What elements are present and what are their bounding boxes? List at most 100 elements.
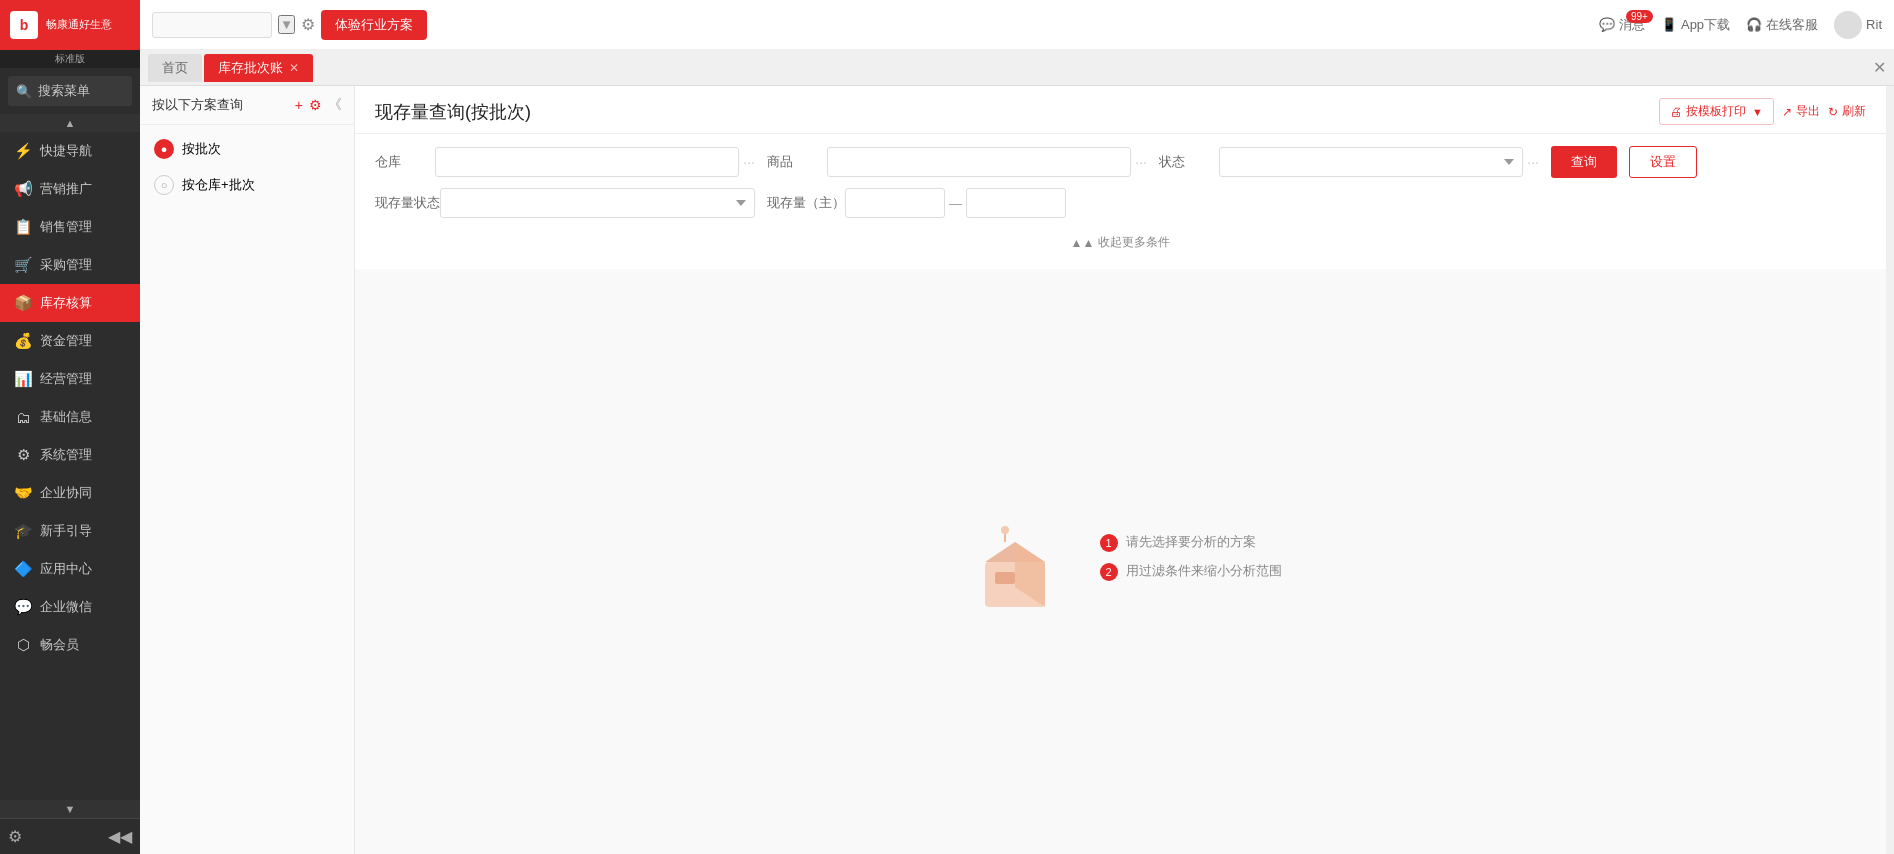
- scheme-inactive-icon: ○: [154, 175, 174, 195]
- user-profile-button[interactable]: Rit: [1834, 11, 1882, 39]
- marketing-icon: 📢: [14, 180, 32, 198]
- system-icon: ⚙: [14, 446, 32, 464]
- scheme-active-icon: ●: [154, 139, 174, 159]
- content-close-button[interactable]: ✕: [1873, 58, 1886, 77]
- sidebar-item-newguide[interactable]: 🎓 新手引导: [0, 512, 140, 550]
- sidebar-item-basic[interactable]: 🗂 基础信息: [0, 398, 140, 436]
- printer-icon: 🖨: [1670, 105, 1682, 119]
- stock-qty-filter-field: 现存量（主） —: [767, 188, 1147, 218]
- warehouse-more-icon[interactable]: ···: [743, 154, 755, 170]
- scheme-query-label: 按以下方案查询: [152, 96, 243, 114]
- tab-close-icon[interactable]: ✕: [289, 62, 299, 74]
- sidebar-search-area: 🔍 搜索菜单: [0, 68, 140, 114]
- app-logo: b: [10, 11, 38, 39]
- sidebar-navigation: ⚡ 快捷导航 📢 营销推广 📋 销售管理 🛒 采购管理 📦 库存核算 💰 资金管…: [0, 132, 140, 800]
- page-title-bar: 现存量查询(按批次) 🖨 按模板打印 ▼ ↗ 导出 ↻ 刷新: [355, 86, 1886, 134]
- collapse-sidebar-button[interactable]: ◀◀: [108, 827, 132, 846]
- settings-button[interactable]: 设置: [1629, 146, 1697, 178]
- filter-row-1: 仓库 ··· 商品 ··· 状态 ···: [375, 146, 1866, 178]
- scheme-settings-button[interactable]: ⚙: [309, 98, 322, 112]
- trial-industry-button[interactable]: 体验行业方案: [321, 10, 427, 40]
- headset-icon: 🎧: [1746, 17, 1762, 32]
- warehouse-label: 仓库: [375, 153, 435, 171]
- appstore-icon: 🔷: [14, 560, 32, 578]
- stock-status-select[interactable]: [440, 188, 755, 218]
- status-select[interactable]: [1219, 147, 1523, 177]
- stock-qty-dash: —: [949, 196, 962, 211]
- sidebar-item-quicknav[interactable]: ⚡ 快捷导航: [0, 132, 140, 170]
- sidebar-item-wechat[interactable]: 💬 企业微信: [0, 588, 140, 626]
- empty-state: 1 请先选择要分析的方案 2 用过滤条件来缩小分析范围: [355, 269, 1886, 854]
- stock-status-filter-field: 现存量状态: [375, 188, 755, 218]
- product-more-icon[interactable]: ···: [1135, 154, 1147, 170]
- breadcrumb-input[interactable]: [152, 12, 272, 38]
- message-icon: 💬: [1599, 17, 1615, 32]
- scroll-down-button[interactable]: ▼: [0, 800, 140, 818]
- add-scheme-button[interactable]: +: [295, 98, 303, 112]
- tab-inventory-batch[interactable]: 库存批次账 ✕: [204, 54, 313, 82]
- sidebar-item-enterprise[interactable]: 🤝 企业协同: [0, 474, 140, 512]
- sidebar-item-appstore[interactable]: 🔷 应用中心: [0, 550, 140, 588]
- messages-button[interactable]: 💬 消息 99+: [1599, 16, 1645, 34]
- phone-icon: 📱: [1661, 17, 1677, 32]
- sidebar: b 畅康通好生意 标准版 🔍 搜索菜单 ▲ ⚡ 快捷导航 📢 营销推广 📋 销售…: [0, 0, 140, 854]
- topbar-breadcrumb: ▼ ⚙ 体验行业方案: [152, 10, 1591, 40]
- filter-row-2: 现存量状态 现存量（主） —: [375, 188, 1866, 218]
- app-version: 标准版: [0, 50, 140, 68]
- sidebar-item-operation[interactable]: 📊 经营管理: [0, 360, 140, 398]
- enterprise-icon: 🤝: [14, 484, 32, 502]
- sidebar-item-sales[interactable]: 📋 销售管理: [0, 208, 140, 246]
- settings-footer-button[interactable]: ⚙: [8, 827, 22, 846]
- export-button[interactable]: ↗ 导出: [1782, 103, 1820, 120]
- filter-area: 仓库 ··· 商品 ··· 状态 ···: [355, 134, 1886, 269]
- empty-tips-list: 1 请先选择要分析的方案 2 用过滤条件来缩小分析范围: [1100, 533, 1282, 591]
- collapse-conditions-button[interactable]: ▲▲ 收起更多条件: [375, 228, 1866, 257]
- online-service-button[interactable]: 🎧 在线客服: [1746, 16, 1818, 34]
- product-label: 商品: [767, 153, 827, 171]
- title-actions: 🖨 按模板打印 ▼ ↗ 导出 ↻ 刷新: [1659, 98, 1866, 125]
- sidebar-item-member[interactable]: ⬡ 畅会员: [0, 626, 140, 664]
- tabbar: 首页 库存批次账 ✕ ✕: [140, 50, 1894, 86]
- empty-tip-1: 1 请先选择要分析的方案: [1100, 533, 1282, 552]
- member-icon: ⬡: [14, 636, 32, 654]
- sidebar-item-inventory[interactable]: 📦 库存核算: [0, 284, 140, 322]
- product-input[interactable]: [827, 147, 1131, 177]
- finance-icon: 💰: [14, 332, 32, 350]
- query-button[interactable]: 查询: [1551, 146, 1617, 178]
- app-download-button[interactable]: 📱 App下载: [1661, 16, 1730, 34]
- left-panel-header: 按以下方案查询 + ⚙ 《: [140, 86, 354, 125]
- right-scrollbar[interactable]: [1886, 86, 1894, 854]
- topbar-right: 💬 消息 99+ 📱 App下载 🎧 在线客服 Rit: [1599, 11, 1882, 39]
- tab-home[interactable]: 首页: [148, 54, 202, 82]
- svg-rect-3: [995, 572, 1015, 584]
- sidebar-item-finance[interactable]: 💰 资金管理: [0, 322, 140, 360]
- sidebar-item-marketing[interactable]: 📢 营销推广: [0, 170, 140, 208]
- warehouse-input[interactable]: [435, 147, 739, 177]
- stock-qty-min-input[interactable]: [845, 188, 945, 218]
- status-label: 状态: [1159, 153, 1219, 171]
- status-filter-field: 状态 ···: [1159, 147, 1539, 177]
- scheme-item-batch[interactable]: ● 按批次: [140, 131, 354, 167]
- print-button[interactable]: 🖨 按模板打印 ▼: [1659, 98, 1774, 125]
- stock-qty-max-input[interactable]: [966, 188, 1066, 218]
- collapse-panel-button[interactable]: 《: [328, 96, 342, 114]
- sidebar-item-purchase[interactable]: 🛒 采购管理: [0, 246, 140, 284]
- sidebar-footer: ⚙ ◀◀: [0, 818, 140, 854]
- scheme-item-warehouse-batch[interactable]: ○ 按仓库+批次: [140, 167, 354, 203]
- search-menu-button[interactable]: 🔍 搜索菜单: [8, 76, 132, 106]
- sidebar-item-system[interactable]: ⚙ 系统管理: [0, 436, 140, 474]
- wechat-icon: 💬: [14, 598, 32, 616]
- breadcrumb-arrow-button[interactable]: ▼: [278, 15, 295, 34]
- scroll-up-button[interactable]: ▲: [0, 114, 140, 132]
- main-area: ▼ ⚙ 体验行业方案 💬 消息 99+ 📱 App下载 🎧 在线客服 Rit: [140, 0, 1894, 854]
- quicknav-icon: ⚡: [14, 142, 32, 160]
- print-dropdown-icon: ▼: [1752, 106, 1763, 118]
- warehouse-filter-field: 仓库 ···: [375, 147, 755, 177]
- stock-status-label: 现存量状态: [375, 194, 440, 212]
- basic-icon: 🗂: [14, 409, 32, 426]
- empty-illustration: [960, 507, 1070, 617]
- svg-point-5: [1001, 526, 1009, 534]
- status-more-icon[interactable]: ···: [1527, 154, 1539, 170]
- refresh-button[interactable]: ↻ 刷新: [1828, 103, 1866, 120]
- topbar-gear-button[interactable]: ⚙: [301, 15, 315, 34]
